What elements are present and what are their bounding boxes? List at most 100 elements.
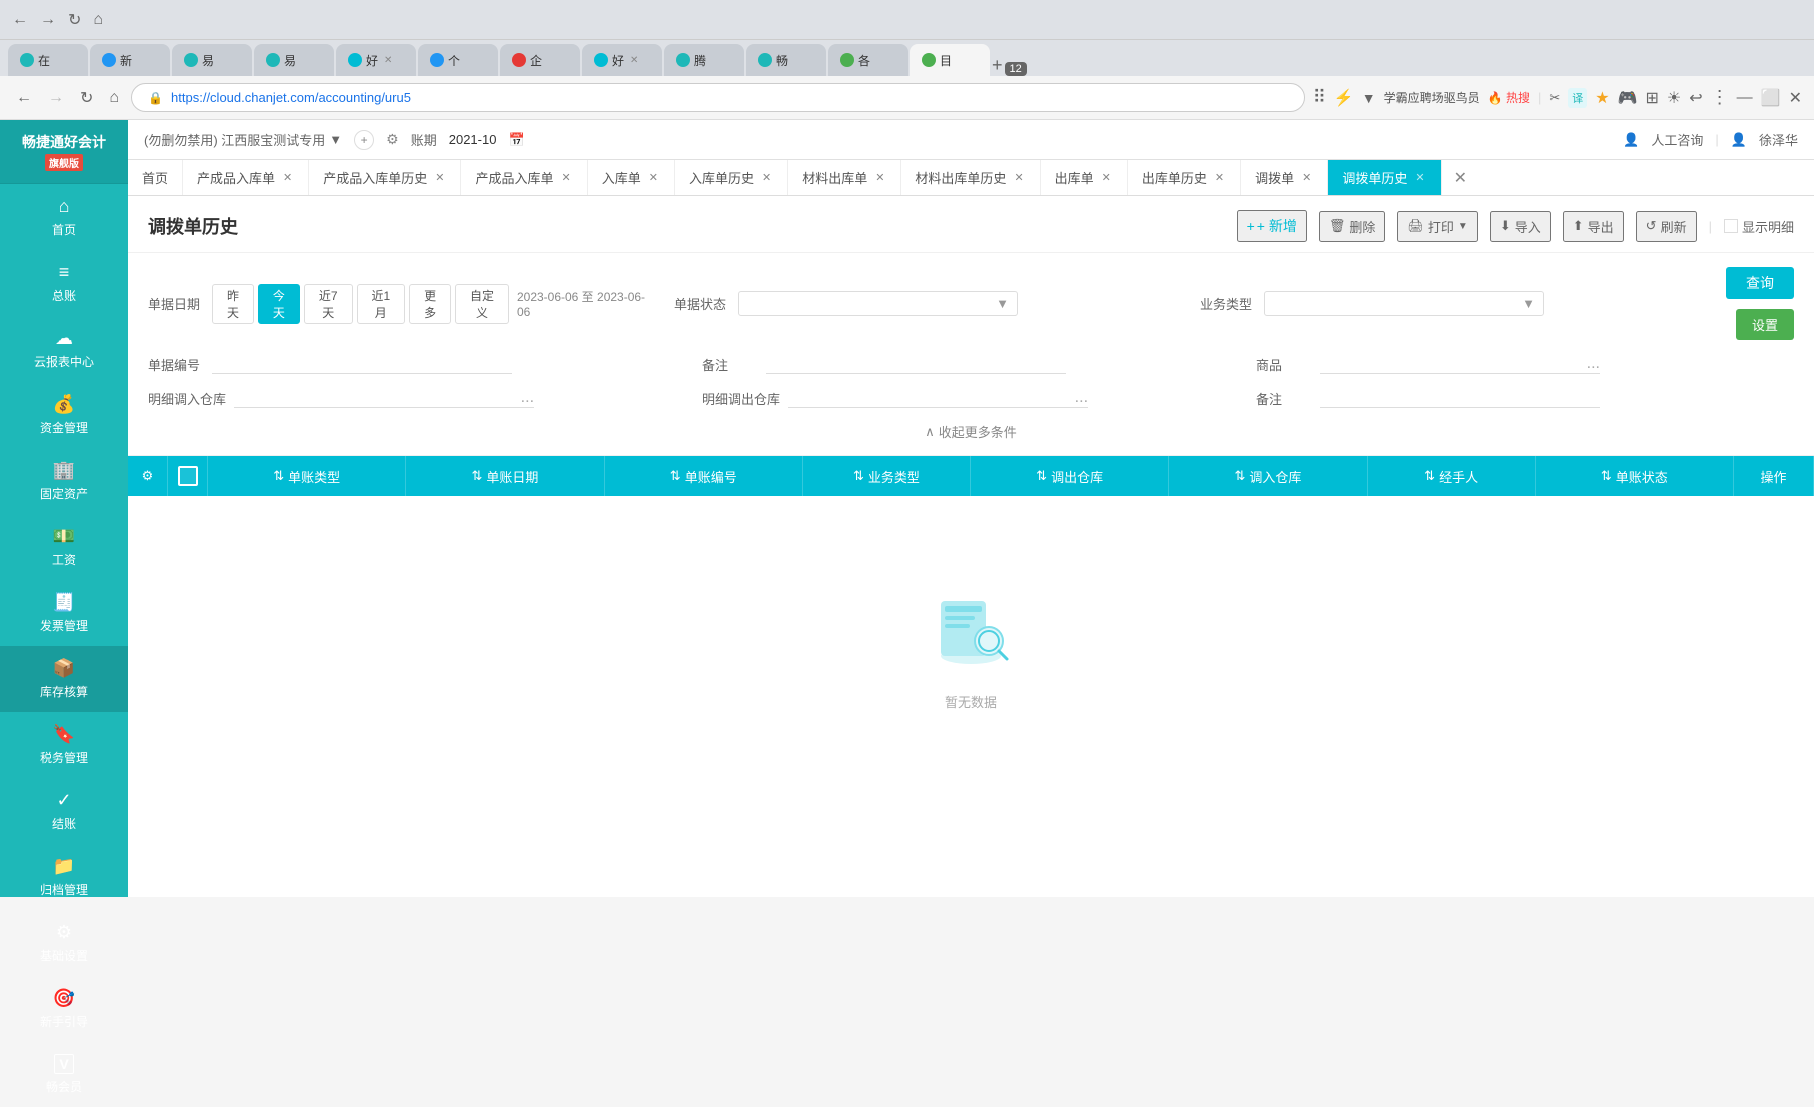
sidebar-item-settings[interactable]: ⚙ 基础设置 — [0, 910, 128, 976]
sidebar-item-inventory[interactable]: 📦 库存核算 — [0, 646, 128, 712]
close-window-icon[interactable]: ✕ — [1789, 88, 1802, 108]
sidebar-item-member[interactable]: V 畅会员 — [0, 1042, 128, 1107]
star-icon[interactable]: ★ — [1595, 88, 1609, 108]
page-tab-11[interactable]: 调拨单历史 ✕ — [1328, 160, 1441, 195]
page-tab-3[interactable]: 产成品入库单 ✕ — [461, 160, 587, 195]
browser-tab-7[interactable]: 企 — [500, 44, 580, 76]
customer-service-label[interactable]: 人工咨询 — [1651, 130, 1703, 149]
new-tab-button[interactable]: + — [992, 55, 1003, 76]
page-tab-close-4[interactable]: ✕ — [647, 171, 660, 184]
browser-forward[interactable]: → — [36, 7, 60, 33]
page-tab-close-1[interactable]: ✕ — [281, 171, 294, 184]
sidebar-item-tax[interactable]: 🔖 税务管理 — [0, 712, 128, 778]
goods-input[interactable] — [1320, 354, 1587, 373]
scissors-icon[interactable]: ✂ — [1549, 90, 1560, 106]
sidebar-item-closing[interactable]: ✓ 结账 — [0, 778, 128, 844]
extensions-icon[interactable]: ⠿ — [1313, 87, 1326, 108]
add-button[interactable]: + + 新增 — [1237, 210, 1307, 242]
minimize-icon[interactable]: — — [1737, 89, 1753, 107]
detail-out-ellipsis-btn[interactable]: ... — [1075, 389, 1088, 407]
th-in-warehouse[interactable]: ⇅ 调入仓库 — [1169, 456, 1367, 496]
close-all-tabs-icon[interactable]: ✕ — [1446, 168, 1475, 188]
tab-close-8[interactable]: ✕ — [630, 55, 638, 66]
page-tab-close-6[interactable]: ✕ — [873, 171, 886, 184]
page-tab-close-5[interactable]: ✕ — [760, 171, 773, 184]
filter-settings-button[interactable]: 设置 — [1736, 309, 1794, 340]
detail-out-input[interactable] — [788, 388, 1075, 407]
browser-home[interactable]: ⌂ — [89, 7, 107, 33]
username[interactable]: 徐泽华 — [1759, 130, 1798, 149]
browser-tab-2[interactable]: 新 — [90, 44, 170, 76]
date-btn-7days[interactable]: 近7天 — [304, 284, 353, 324]
page-tab-close-10[interactable]: ✕ — [1300, 171, 1313, 184]
calendar-icon[interactable]: 📅 — [508, 132, 524, 148]
th-settings[interactable]: ⚙ — [128, 456, 168, 496]
browser-tab-4[interactable]: 易 — [254, 44, 334, 76]
remark-input[interactable] — [766, 354, 1066, 374]
collapse-button[interactable]: ∧ 收起更多条件 — [148, 422, 1794, 441]
th-doc-num[interactable]: ⇅ 单账编号 — [605, 456, 803, 496]
browser-tab-9[interactable]: 腾 — [664, 44, 744, 76]
biz-type-select[interactable]: ▼ — [1264, 291, 1544, 316]
settings-gear-icon[interactable]: ⚙ — [386, 131, 399, 148]
page-tab-5[interactable]: 入库单历史 ✕ — [675, 160, 788, 195]
delete-button[interactable]: 🗑 删除 — [1319, 211, 1386, 242]
header-checkbox[interactable] — [178, 466, 198, 486]
browser-refresh[interactable]: ↻ — [64, 6, 85, 34]
status-select[interactable]: ▼ — [738, 291, 1018, 316]
sidebar-item-guide[interactable]: 🎯 新手引导 — [0, 976, 128, 1042]
date-btn-yesterday[interactable]: 昨天 — [212, 284, 254, 324]
page-tab-close-2[interactable]: ✕ — [433, 171, 446, 184]
page-tab-2[interactable]: 产成品入库单历史 ✕ — [309, 160, 461, 195]
browser-tab-1[interactable]: 在 — [8, 44, 88, 76]
detail-in-input[interactable] — [234, 388, 521, 407]
th-doc-status[interactable]: ⇅ 单账状态 — [1536, 456, 1734, 496]
sidebar-item-fund[interactable]: 💰 资金管理 — [0, 382, 128, 448]
sidebar-item-fixed-assets[interactable]: 🏢 固定资产 — [0, 448, 128, 514]
browser-tab-12[interactable]: 目 — [910, 44, 990, 76]
browser-tab-8[interactable]: 好 ✕ — [582, 44, 662, 76]
nav-back[interactable]: ← — [12, 85, 36, 111]
period-value[interactable]: 2021-10 — [449, 132, 497, 147]
page-tab-4[interactable]: 入库单 ✕ — [588, 160, 675, 195]
sidebar-item-cloud-reports[interactable]: ☁ 云报表中心 — [0, 316, 128, 382]
nav-forward[interactable]: → — [44, 85, 68, 111]
browser-tab-10[interactable]: 畅 — [746, 44, 826, 76]
company-selector[interactable]: (勿删勿禁用) 江西服宝测试专用 ▼ — [144, 130, 342, 149]
date-btn-more[interactable]: 更多 — [409, 284, 451, 324]
refresh-button[interactable]: ↺ 刷新 — [1636, 211, 1697, 242]
print-button[interactable]: 🖨 打印 ▼ — [1397, 211, 1477, 242]
page-tab-8[interactable]: 出库单 ✕ — [1041, 160, 1128, 195]
address-bar[interactable]: 🔒 https://cloud.chanjet.com/accounting/u… — [131, 83, 1305, 112]
th-checkbox[interactable] — [168, 456, 208, 496]
date-btn-custom[interactable]: 自定义 — [455, 284, 509, 324]
browser-tab-6[interactable]: 个 — [418, 44, 498, 76]
sidebar-item-general-ledger[interactable]: ≡ 总账 — [0, 250, 128, 316]
page-tab-home[interactable]: 首页 — [128, 160, 183, 195]
browser-tab-11[interactable]: 各 — [828, 44, 908, 76]
game-icon[interactable]: 🎮 — [1618, 88, 1638, 108]
nav-reload[interactable]: ↻ — [76, 84, 97, 112]
date-btn-today[interactable]: 今天 — [258, 284, 300, 324]
page-tab-close-8[interactable]: ✕ — [1100, 171, 1113, 184]
detail-in-ellipsis-btn[interactable]: ... — [521, 389, 534, 407]
browser-back[interactable]: ← — [8, 7, 32, 33]
tab-close-5[interactable]: ✕ — [384, 55, 392, 66]
sidebar-item-payroll[interactable]: 💵 工资 — [0, 514, 128, 580]
lightning-icon[interactable]: ⚡ — [1334, 88, 1354, 108]
doc-number-input[interactable] — [212, 354, 512, 374]
page-tab-9[interactable]: 出库单历史 ✕ — [1128, 160, 1241, 195]
page-tab-10[interactable]: 调拨单 ✕ — [1241, 160, 1328, 195]
th-out-warehouse[interactable]: ⇅ 调出仓库 — [971, 456, 1169, 496]
sidebar-item-archive[interactable]: 📁 归档管理 — [0, 844, 128, 910]
menu-icon[interactable]: ⋮ — [1711, 87, 1729, 108]
export-button[interactable]: ⬆ 导出 — [1563, 211, 1624, 242]
import-button[interactable]: ⬇ 导入 — [1490, 211, 1551, 242]
detail-remark-input[interactable] — [1320, 388, 1600, 408]
page-tab-close-11[interactable]: ✕ — [1413, 171, 1426, 184]
page-tab-6[interactable]: 材料出库单 ✕ — [788, 160, 901, 195]
th-biz-type[interactable]: ⇅ 业务类型 — [803, 456, 971, 496]
translate-icon[interactable]: 译 — [1568, 88, 1587, 108]
maximize-icon[interactable]: ⬜ — [1761, 88, 1781, 108]
sidebar-item-home[interactable]: ⌂ 首页 — [0, 184, 128, 250]
